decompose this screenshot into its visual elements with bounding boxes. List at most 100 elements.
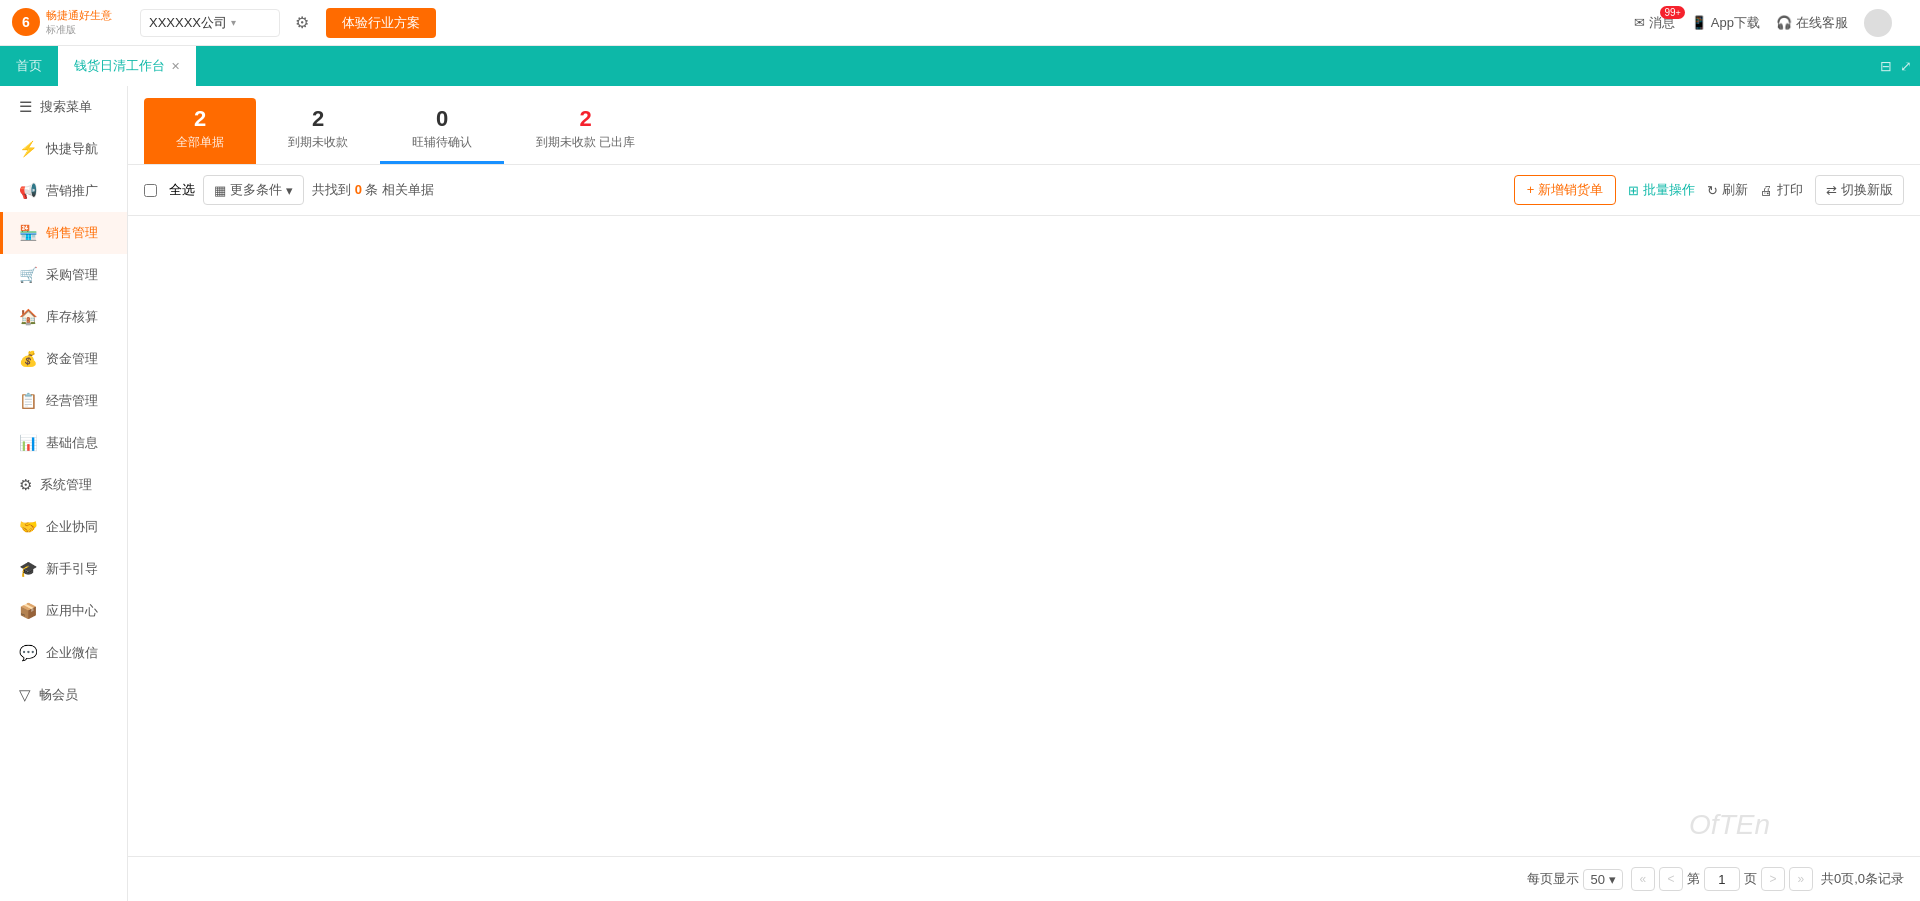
stat-label-overdue: 到期未收款 [288,134,348,151]
member-icon: ▽ [19,686,31,704]
marketing-icon: 📢 [19,182,38,200]
stat-number-all: 2 [194,106,206,132]
stat-tab-overdue[interactable]: 2 到期未收款 [256,98,380,164]
stat-label-pending: 旺辅待确认 [412,134,472,151]
sidebar-item-marketing[interactable]: 📢 营销推广 [0,170,127,212]
switch-version-button[interactable]: ⇄ 切换新版 [1815,175,1904,205]
sidebar-item-search-menu[interactable]: ☰ 搜索菜单 [0,86,127,128]
stat-tab-shipped[interactable]: 2 到期未收款 已出库 [504,98,667,164]
finance-icon: 💰 [19,350,38,368]
app-center-icon: 📦 [19,602,38,620]
table-area [128,216,1920,856]
sidebar-item-sales[interactable]: 🏪 销售管理 [0,212,127,254]
company-selector[interactable]: XXXXXX公司 ▾ [140,9,280,37]
chevron-down-icon: ▾ [231,17,236,28]
cooperation-icon: 🤝 [19,518,38,536]
sidebar-item-operations[interactable]: 📋 经营管理 [0,380,127,422]
filter-icon: ▦ [214,183,226,198]
operations-icon: 📋 [19,392,38,410]
header-right: ✉ 消息 99+ 📱 App下载 🎧 在线客服 [1634,9,1908,37]
gear-icon: ⚙ [295,13,309,32]
sidebar-item-finance[interactable]: 💰 资金管理 [0,338,127,380]
new-order-button[interactable]: + 新增销货单 [1514,175,1616,205]
sidebar-item-weixin[interactable]: 💬 企业微信 [0,632,127,674]
sidebar-item-base-info[interactable]: 📊 基础信息 [0,422,127,464]
sidebar-item-quick-nav[interactable]: ⚡ 快捷导航 [0,128,127,170]
batch-button[interactable]: ⊞ 批量操作 [1628,181,1695,199]
sales-icon: 🏪 [19,224,38,242]
stat-number-pending: 0 [436,106,448,132]
page-size-value: 50 [1590,872,1604,887]
minimize-icon[interactable]: ⊟ [1880,58,1892,74]
refresh-icon: ↻ [1707,183,1718,198]
main-layout: ☰ 搜索菜单 ⚡ 快捷导航 📢 营销推广 🏪 销售管理 🛒 采购管理 🏠 库存核… [0,86,1920,901]
sidebar-item-member[interactable]: ▽ 畅会员 [0,674,127,716]
page-size-dropdown[interactable]: 50 ▾ [1583,869,1622,890]
total-text: 共0页,0条记录 [1821,870,1904,888]
base-info-icon: 📊 [19,434,38,452]
purchase-icon: 🛒 [19,266,38,284]
guide-icon: 🎓 [19,560,38,578]
print-icon: 🖨 [1760,183,1773,198]
page-nav: « < 第 页 > » [1631,867,1813,891]
pagination: 每页显示 50 ▾ « < 第 页 > » 共0页,0条记录 [128,856,1920,901]
stat-number-shipped: 2 [580,106,592,132]
switch-icon: ⇄ [1826,183,1837,198]
top-header: 6 畅捷通好生意 标准版 XXXXXX公司 ▾ ⚙ 体验行业方案 ✉ 消息 99… [0,0,1920,46]
tab-controls: ⊟ ⤢ [1880,58,1920,74]
weixin-icon: 💬 [19,644,38,662]
content-area: 2 全部单据 2 到期未收款 0 旺辅待确认 2 到期未收款 已出库 全选 ▦ … [128,86,1920,901]
maximize-icon[interactable]: ⤢ [1900,58,1912,74]
online-service-button[interactable]: 🎧 在线客服 [1776,14,1848,32]
prev-page-button[interactable]: < [1659,867,1683,891]
toolbar: 全选 ▦ 更多条件 ▾ 共找到 0 条 相关单据 + 新增销货单 ⊞ 批量操作 … [128,165,1920,216]
stat-tab-pending[interactable]: 0 旺辅待确认 [380,98,504,164]
download-icon: 📱 [1691,15,1707,30]
sidebar-item-guide[interactable]: 🎓 新手引导 [0,548,127,590]
sidebar-item-system[interactable]: ⚙ 系统管理 [0,464,127,506]
stat-tab-all[interactable]: 2 全部单据 [144,98,256,164]
found-text: 共找到 0 条 相关单据 [312,181,434,199]
company-name: XXXXXX公司 [149,14,227,32]
sidebar-item-purchase[interactable]: 🛒 采购管理 [0,254,127,296]
message-icon: ✉ [1634,15,1645,30]
service-icon: 🎧 [1776,15,1792,30]
inventory-icon: 🏠 [19,308,38,326]
search-menu-icon: ☰ [19,98,32,116]
tab-workbench[interactable]: 钱货日清工作台 ✕ [58,46,196,86]
sidebar-item-app-center[interactable]: 📦 应用中心 [0,590,127,632]
page-number-input[interactable] [1704,867,1740,891]
toolbar-right: + 新增销货单 ⊞ 批量操作 ↻ 刷新 🖨 打印 ⇄ 切换新版 [1514,175,1904,205]
filter-button[interactable]: ▦ 更多条件 ▾ [203,175,304,205]
system-icon: ⚙ [19,476,32,494]
refresh-button[interactable]: ↻ 刷新 [1707,181,1748,199]
select-all-label: 全选 [169,181,195,199]
message-button[interactable]: ✉ 消息 99+ [1634,14,1675,32]
stat-number-overdue: 2 [312,106,324,132]
logo-text: 畅捷通好生意 [46,8,112,22]
print-button[interactable]: 🖨 打印 [1760,181,1803,199]
app-download-button[interactable]: 📱 App下载 [1691,14,1760,32]
quick-nav-icon: ⚡ [19,140,38,158]
settings-button[interactable]: ⚙ [286,7,318,39]
stats-tabs: 2 全部单据 2 到期未收款 0 旺辅待确认 2 到期未收款 已出库 [128,86,1920,165]
first-page-button[interactable]: « [1631,867,1655,891]
tab-home[interactable]: 首页 [0,46,58,86]
sidebar-item-inventory[interactable]: 🏠 库存核算 [0,296,127,338]
page-size-select: 每页显示 50 ▾ [1527,869,1622,890]
sidebar-item-cooperation[interactable]: 🤝 企业协同 [0,506,127,548]
found-count: 0 [355,182,362,197]
tab-close-icon[interactable]: ✕ [171,60,180,73]
avatar[interactable] [1864,9,1892,37]
select-all-checkbox[interactable] [144,184,157,197]
logo-icon: 6 [12,8,40,36]
trial-button[interactable]: 体验行业方案 [326,8,436,38]
page-size-chevron-icon: ▾ [1609,872,1616,887]
next-page-button[interactable]: > [1761,867,1785,891]
stat-label-all: 全部单据 [176,134,224,151]
logo-area: 6 畅捷通好生意 标准版 [12,8,140,36]
last-page-button[interactable]: » [1789,867,1813,891]
batch-icon: ⊞ [1628,183,1639,198]
sidebar: ☰ 搜索菜单 ⚡ 快捷导航 📢 营销推广 🏪 销售管理 🛒 采购管理 🏠 库存核… [0,86,128,901]
stat-label-shipped: 到期未收款 已出库 [536,134,635,151]
